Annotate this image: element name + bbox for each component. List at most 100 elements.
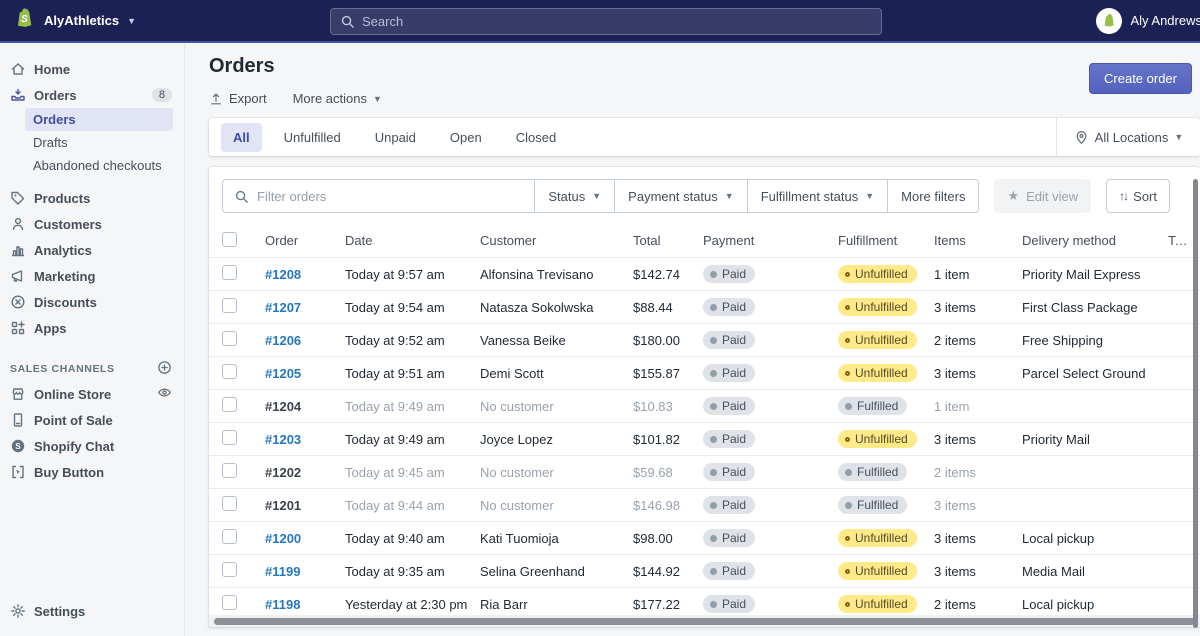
- order-row[interactable]: #1206 Today at 9:52 am Vanessa Beike $180.0…: [209, 323, 1200, 356]
- order-number-link[interactable]: #1204: [265, 399, 345, 414]
- tab-unfulfilled[interactable]: Unfulfilled: [272, 123, 353, 152]
- page-header: Orders Export More actions ▼ Create orde…: [185, 43, 1200, 106]
- order-row[interactable]: #1200 Today at 9:40 am Kati Tuomioja $98.00…: [209, 521, 1200, 554]
- sidebar-subitem-abandoned-checkouts[interactable]: Abandoned checkouts: [0, 154, 184, 177]
- sidebar-subitem-orders[interactable]: Orders: [25, 108, 173, 131]
- add-channel-icon[interactable]: [157, 360, 172, 378]
- order-total: $142.74: [633, 266, 680, 282]
- horizontal-scrollbar[interactable]: [209, 615, 1200, 627]
- row-checkbox[interactable]: [222, 364, 237, 379]
- more-actions-button[interactable]: More actions ▼: [293, 91, 382, 106]
- status-dot-icon: [710, 567, 717, 575]
- payment-badge: Paid: [703, 298, 756, 316]
- order-row[interactable]: #1201 Today at 9:44 am No customer $146.98 P…: [209, 488, 1200, 521]
- status-dot-icon: [710, 600, 717, 608]
- order-number-link[interactable]: #1207: [265, 300, 345, 315]
- global-search[interactable]: [330, 8, 882, 35]
- order-row[interactable]: #1208 Today at 9:57 am Alfonsina Trevisano…: [209, 257, 1200, 290]
- store-name: AlyAthletics: [44, 13, 120, 28]
- fulfillment-status-filter[interactable]: Fulfillment status ▼: [746, 180, 888, 212]
- payment-status-filter[interactable]: Payment status ▼: [614, 180, 747, 212]
- order-number-link[interactable]: #1208: [265, 267, 345, 282]
- sidebar-item-buy-button[interactable]: Buy Button: [0, 459, 184, 485]
- sidebar-item-point-of-sale[interactable]: Point of Sale: [0, 407, 184, 433]
- orders-count-badge: 8: [151, 88, 172, 102]
- payment-badge: Paid: [703, 496, 756, 514]
- order-row[interactable]: #1199 Today at 9:35 am Selina Greenhand $14…: [209, 554, 1200, 587]
- payment-badge: Paid: [703, 529, 756, 547]
- store-switcher[interactable]: S AlyAthletics ▼: [0, 7, 150, 34]
- order-items: 2 items: [934, 596, 976, 612]
- sidebar-item-marketing[interactable]: Marketing: [0, 263, 184, 289]
- order-number-link[interactable]: #1202: [265, 465, 345, 480]
- status-filter[interactable]: Status ▼: [534, 180, 615, 212]
- tab-open[interactable]: Open: [438, 123, 494, 152]
- buy-button-icon: [9, 464, 26, 480]
- row-checkbox[interactable]: [222, 562, 237, 577]
- export-button[interactable]: Export: [209, 91, 267, 106]
- payment-status-cell: Paid: [703, 331, 838, 349]
- order-number-link[interactable]: #1199: [265, 564, 345, 579]
- sidebar-item-settings[interactable]: Settings: [0, 598, 184, 624]
- row-checkbox[interactable]: [222, 529, 237, 544]
- horizontal-scrollbar-thumb[interactable]: [214, 617, 1195, 625]
- sort-button[interactable]: ↑↓ Sort: [1106, 179, 1170, 213]
- order-row[interactable]: #1205 Today at 9:51 am Demi Scott $155.87 Pa…: [209, 356, 1200, 389]
- order-row[interactable]: #1207 Today at 9:54 am Natasza Sokolwska $8…: [209, 290, 1200, 323]
- locations-selector[interactable]: All Locations ▼: [1056, 118, 1200, 156]
- sidebar-item-analytics[interactable]: Analytics: [0, 237, 184, 263]
- sidebar-subitem-drafts[interactable]: Drafts: [0, 131, 184, 154]
- order-number-link[interactable]: #1201: [265, 498, 345, 513]
- gear-icon: [9, 603, 26, 619]
- row-checkbox[interactable]: [222, 463, 237, 478]
- row-checkbox[interactable]: [222, 298, 237, 313]
- order-customer: Vanessa Beike: [480, 332, 566, 348]
- user-menu[interactable]: Aly Andrews: [1090, 0, 1200, 41]
- payment-badge: Paid: [703, 364, 756, 382]
- tab-all[interactable]: All: [221, 122, 262, 152]
- chevron-down-icon: ▼: [724, 191, 734, 201]
- row-checkbox[interactable]: [222, 397, 237, 412]
- sidebar-item-customers[interactable]: Customers: [0, 211, 184, 237]
- tab-unpaid[interactable]: Unpaid: [363, 123, 428, 152]
- select-all-checkbox[interactable]: [222, 231, 237, 247]
- order-row[interactable]: #1204 Today at 9:49 am No customer $10.83 Pa…: [209, 389, 1200, 422]
- edit-view-button[interactable]: ★ Edit view: [994, 179, 1092, 213]
- order-customer: Ria Barr: [480, 596, 528, 612]
- order-number-link[interactable]: #1198: [265, 597, 345, 612]
- create-order-button[interactable]: Create order: [1089, 63, 1192, 94]
- sidebar-item-home[interactable]: Home: [0, 56, 184, 82]
- row-checkbox[interactable]: [222, 430, 237, 445]
- more-filters-button[interactable]: More filters: [887, 180, 979, 212]
- tab-closed[interactable]: Closed: [504, 123, 568, 152]
- row-checkbox[interactable]: [222, 331, 237, 346]
- row-checkbox[interactable]: [222, 496, 237, 511]
- order-row[interactable]: #1203 Today at 9:49 am Joyce Lopez $101.82 P…: [209, 422, 1200, 455]
- order-customer: Natasza Sokolwska: [480, 299, 594, 315]
- order-number-link[interactable]: #1206: [265, 333, 345, 348]
- sidebar-item-discounts[interactable]: Discounts: [0, 289, 184, 315]
- row-checkbox[interactable]: [222, 265, 237, 280]
- row-checkbox[interactable]: [222, 595, 237, 610]
- eye-icon[interactable]: [157, 385, 172, 403]
- global-search-input[interactable]: [362, 14, 881, 29]
- sidebar-item-products[interactable]: Products: [0, 185, 184, 211]
- sidebar-item-shopify-chat[interactable]: S Shopify Chat: [0, 433, 184, 459]
- order-number-link[interactable]: #1203: [265, 432, 345, 447]
- order-delivery-method: Priority Mail Express: [1022, 266, 1141, 282]
- sidebar-item-online-store[interactable]: Online Store: [0, 381, 184, 407]
- order-delivery-method: Local pickup: [1022, 596, 1095, 612]
- sidebar-item-orders[interactable]: Orders 8: [0, 82, 184, 108]
- filter-bar: Status▼ Payment status▼ Fulfillment stat…: [209, 167, 1200, 224]
- filter-orders-input[interactable]: [257, 188, 535, 204]
- sidebar-item-apps[interactable]: Apps: [0, 315, 184, 341]
- filter-orders-search[interactable]: [223, 180, 535, 212]
- vertical-scrollbar[interactable]: [1193, 179, 1198, 628]
- order-row[interactable]: #1202 Today at 9:45 am No customer $59.68 Pa…: [209, 455, 1200, 488]
- order-number-link[interactable]: #1205: [265, 366, 345, 381]
- fulfillment-badge: Unfulfilled: [838, 364, 917, 383]
- order-total: $155.87: [633, 365, 680, 381]
- order-date: Today at 9:51 am: [345, 365, 445, 381]
- tag-icon: [9, 190, 26, 206]
- order-number-link[interactable]: #1200: [265, 531, 345, 546]
